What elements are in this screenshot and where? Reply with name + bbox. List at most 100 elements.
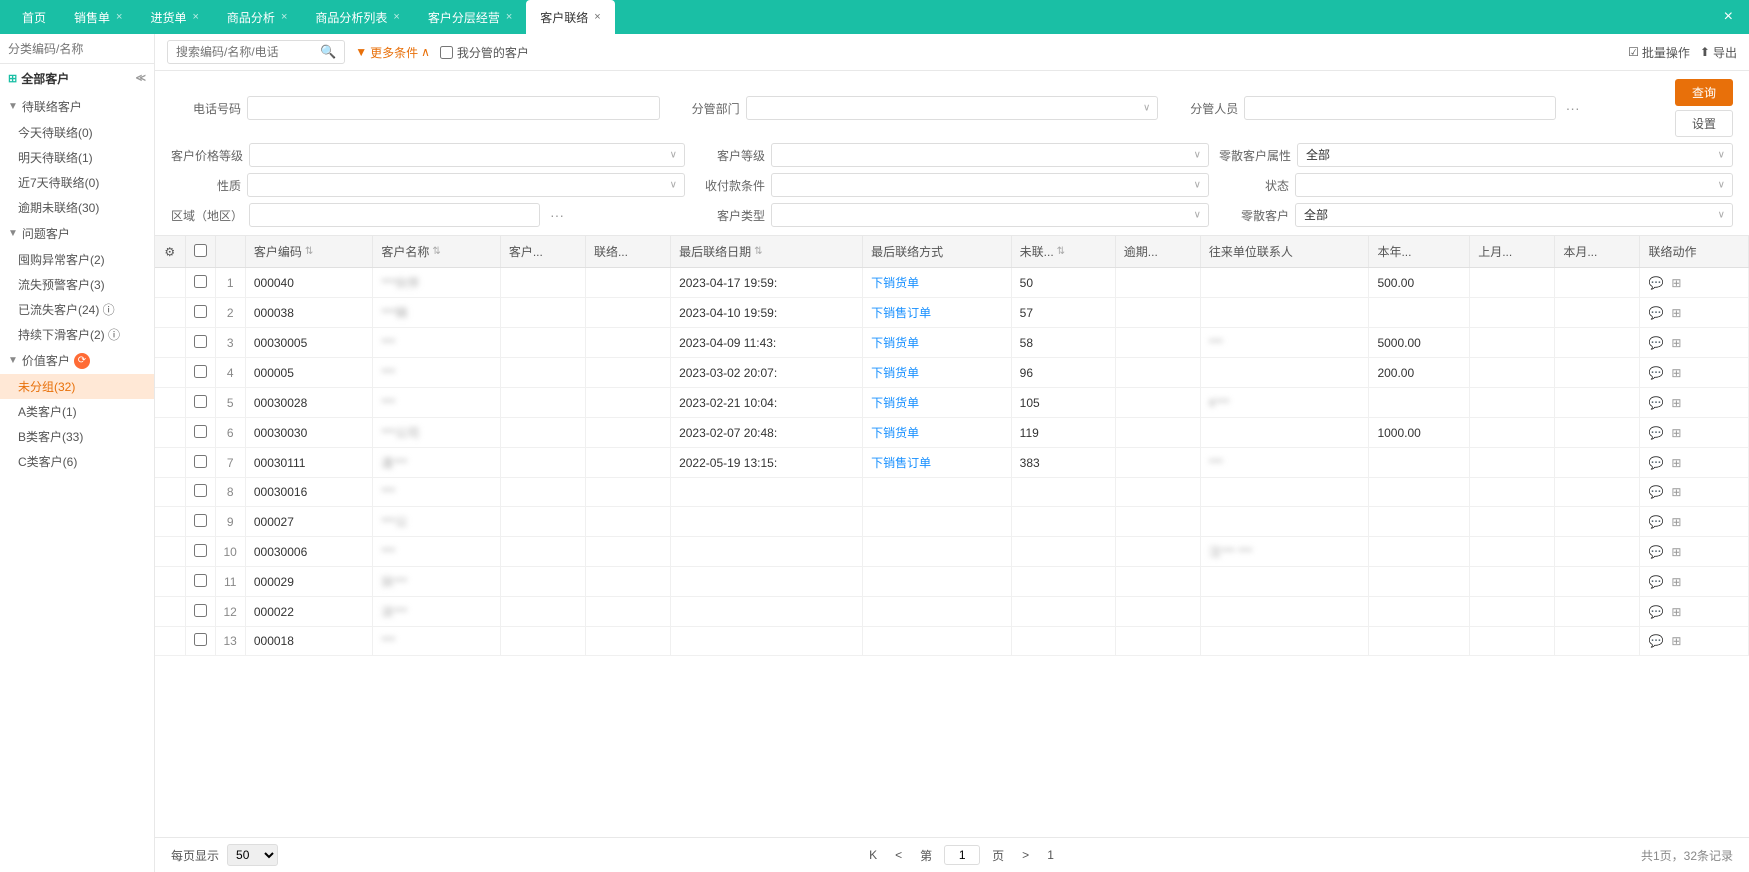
filter-cust-level-select[interactable] [771,143,1209,167]
row-checkbox-cell[interactable] [185,627,215,656]
collapse-sidebar-icon[interactable]: ≪ [136,73,146,84]
contact-method-link[interactable]: 下销售订单 [871,456,931,470]
action-more-icon[interactable]: ⊞ [1671,366,1681,380]
next-page-btn[interactable]: > [1016,846,1035,864]
contact-method-link[interactable]: 下销货单 [871,366,919,380]
sidebar-item-type-b[interactable]: B类客户(33) [0,424,154,449]
filter-manager-input[interactable] [1244,96,1555,120]
col-this-month[interactable]: 本月... [1555,236,1640,268]
page-input[interactable] [944,845,980,865]
filter-nature-select[interactable] [247,173,685,197]
row-checkbox[interactable] [194,544,207,557]
nav-customer-contact[interactable]: 客户联络 × [526,0,614,34]
row-checkbox[interactable] [194,395,207,408]
reset-button[interactable]: 设置 [1675,110,1733,137]
action-more-icon[interactable]: ⊞ [1671,545,1681,559]
row-checkbox-cell[interactable] [185,478,215,507]
sidebar-item-type-c[interactable]: C类客户(6) [0,449,154,474]
nav-home[interactable]: 首页 [8,0,60,34]
action-more-icon[interactable]: ⊞ [1671,396,1681,410]
action-chat-icon[interactable]: 💬 [1648,515,1663,529]
export-button[interactable]: ⬆ 导出 [1700,44,1737,61]
action-more-icon[interactable]: ⊞ [1671,426,1681,440]
action-more-icon[interactable]: ⊞ [1671,515,1681,529]
action-more-icon[interactable]: ⊞ [1671,336,1681,350]
sidebar-item-tomorrow[interactable]: 明天待联络(1) [0,145,154,170]
sidebar-item-overdue[interactable]: 逾期未联络(30) [0,195,154,220]
contact-method-link[interactable]: 下销货单 [871,396,919,410]
group-value-customers[interactable]: ▼ 价值客户 ⟳ [0,347,154,374]
filter-scatter-cust-select[interactable]: 全部 [1295,203,1733,227]
close-customer-contact-icon[interactable]: × [594,11,600,23]
col-last-contact-method[interactable]: 最后联络方式 [863,236,1012,268]
filter-payment-select[interactable] [771,173,1209,197]
row-checkbox[interactable] [194,335,207,348]
close-sales-icon[interactable]: × [116,11,122,23]
last-page-btn[interactable]: 1 [1041,846,1060,864]
contact-method-link[interactable]: 下销货单 [871,336,919,350]
sidebar-item-today[interactable]: 今天待联络(0) [0,120,154,145]
row-checkbox[interactable] [194,574,207,587]
filter-scatter-attr-select[interactable]: 全部 [1297,143,1733,167]
action-chat-icon[interactable]: 💬 [1648,426,1663,440]
close-purchase-icon[interactable]: × [192,11,198,23]
action-chat-icon[interactable]: 💬 [1648,306,1663,320]
row-checkbox-cell[interactable] [185,388,215,418]
page-size-select[interactable]: 50 100 200 [227,844,278,866]
prev-page-btn[interactable]: < [889,846,908,864]
filter-cust-type-select[interactable] [771,203,1209,227]
action-chat-icon[interactable]: 💬 [1648,485,1663,499]
row-checkbox[interactable] [194,305,207,318]
filter-dept-select[interactable] [746,96,1159,120]
action-more-icon[interactable]: ⊞ [1671,575,1681,589]
col-not-contacted[interactable]: 未联...⇅ [1011,236,1115,268]
action-chat-icon[interactable]: 💬 [1648,634,1663,648]
sidebar-item-abnormal[interactable]: 囤购异常客户(2) [0,247,154,272]
my-customers-checkbox[interactable]: 我分管的客户 [440,44,529,61]
row-checkbox[interactable] [194,275,207,288]
bulk-ops-button[interactable]: ☑ 批量操作 [1628,44,1690,61]
col-contact[interactable]: 联络... [585,236,670,268]
action-chat-icon[interactable]: 💬 [1648,276,1663,290]
sidebar-item-7days[interactable]: 近7天待联络(0) [0,170,154,195]
ellipsis-icon-2[interactable]: ··· [546,207,568,223]
action-chat-icon[interactable]: 💬 [1648,545,1663,559]
close-analysis-icon[interactable]: × [281,11,287,23]
first-page-btn[interactable]: K [863,846,883,864]
row-checkbox-cell[interactable] [185,537,215,567]
group-pending-contact[interactable]: ▼ 待联络客户 [0,93,154,120]
filter-status-select[interactable] [1295,173,1733,197]
row-checkbox-cell[interactable] [185,448,215,478]
col-settings[interactable]: ⚙ [155,236,185,268]
contact-method-link[interactable]: 下销货单 [871,426,919,440]
sidebar-item-ungrouped[interactable]: 未分组(32) [0,374,154,399]
all-customers-header[interactable]: ⊞ 全部客户 ≪ [0,64,154,93]
row-checkbox-cell[interactable] [185,507,215,537]
nav-purchase[interactable]: 进货单 × [136,0,212,34]
query-button[interactable]: 查询 [1675,79,1733,106]
col-overdue[interactable]: 逾期... [1115,236,1200,268]
action-more-icon[interactable]: ⊞ [1671,605,1681,619]
nav-analysis[interactable]: 商品分析 × [213,0,301,34]
row-checkbox[interactable] [194,633,207,646]
sidebar-item-declining[interactable]: 持续下滑客户(2) ⓘ [0,322,154,347]
nav-analysis-list[interactable]: 商品分析列表 × [301,0,413,34]
action-chat-icon[interactable]: 💬 [1648,336,1663,350]
row-checkbox[interactable] [194,514,207,527]
ellipsis-icon-1[interactable]: ··· [1562,100,1584,116]
row-checkbox-cell[interactable] [185,268,215,298]
col-unit-contact[interactable]: 往来单位联系人 [1200,236,1369,268]
row-checkbox[interactable] [194,425,207,438]
row-checkbox-cell[interactable] [185,298,215,328]
col-checkbox[interactable] [185,236,215,268]
row-checkbox[interactable] [194,365,207,378]
nav-customer-segment[interactable]: 客户分层经营 × [414,0,526,34]
row-checkbox-cell[interactable] [185,567,215,597]
sidebar-item-churned[interactable]: 已流失客户(24) ⓘ [0,297,154,322]
row-checkbox[interactable] [194,604,207,617]
action-chat-icon[interactable]: 💬 [1648,396,1663,410]
contact-method-link[interactable]: 下销货单 [871,276,919,290]
row-checkbox-cell[interactable] [185,358,215,388]
row-checkbox[interactable] [194,455,207,468]
action-more-icon[interactable]: ⊞ [1671,634,1681,648]
